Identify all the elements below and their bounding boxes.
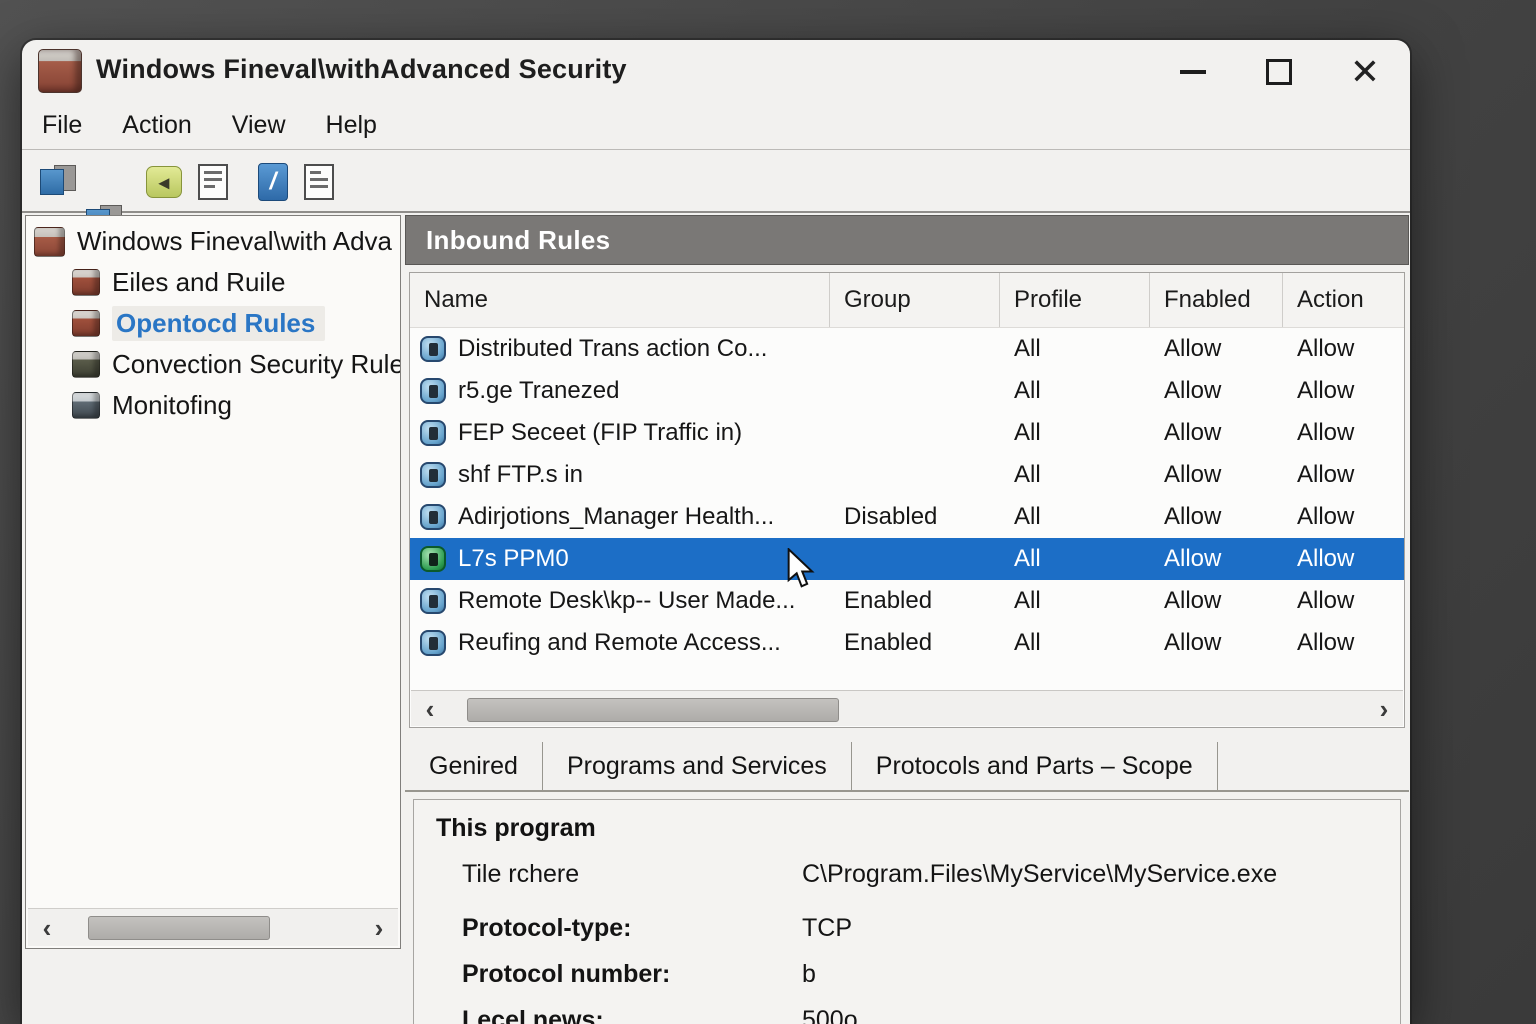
properties-doc-icon[interactable]	[300, 162, 340, 202]
list-title: Inbound Rules	[426, 224, 611, 255]
maximize-button[interactable]	[1260, 53, 1298, 91]
rule-shield-icon	[420, 378, 446, 404]
title-bar: Windows Fineval\withAdvanced Security ✕	[22, 40, 1410, 102]
scrollbar-thumb[interactable]	[467, 698, 839, 722]
details-value-local-port: 500o	[802, 1006, 858, 1024]
details-value-file-path: C\Program.Files\MyService\MyService.exe	[802, 860, 1278, 888]
details-label-protocol-type: Protocol-type:	[462, 914, 632, 942]
sidebar-horizontal-scrollbar[interactable]: ‹ ›	[28, 908, 398, 946]
tree-root-firewall[interactable]: Windows Fineval\with Adva	[26, 221, 400, 262]
rule-row[interactable]: shf FTP.s in All Allow Allow	[410, 454, 1404, 496]
menu-view[interactable]: View	[232, 111, 286, 140]
tree-item-monitoring[interactable]: Monitofing	[26, 385, 400, 426]
main-panel: Inbound Rules Name Group Profile Fnabled…	[405, 215, 1409, 1024]
list-horizontal-scrollbar[interactable]: ‹ ›	[411, 690, 1403, 726]
column-header-profile[interactable]: Profile	[1000, 273, 1150, 327]
scroll-right-icon[interactable]: ›	[1365, 696, 1403, 722]
scroll-right-icon[interactable]: ›	[360, 915, 398, 941]
list-header-row: Name Group Profile Fnabled Action	[410, 273, 1404, 328]
rule-row[interactable]: Reufing and Remote Access... Enabled All…	[410, 622, 1404, 664]
rules-list: Name Group Profile Fnabled Action Distri…	[409, 272, 1405, 728]
rule-row[interactable]: Remote Desk\kp-- User Made... Enabled Al…	[410, 580, 1404, 622]
tab-general[interactable]: Genired	[405, 742, 543, 790]
rule-row[interactable]: Distributed Trans action Co... All Allow…	[410, 328, 1404, 370]
column-header-group[interactable]: Group	[830, 273, 1000, 327]
security-cube-icon	[72, 351, 100, 378]
rule-shield-icon	[420, 504, 446, 530]
rule-row[interactable]: Adirjotions_Manager Health... Disabled A…	[410, 496, 1404, 538]
monitoring-cube-icon	[72, 392, 100, 419]
details-heading: This program	[436, 814, 596, 842]
window-title: Windows Fineval\withAdvanced Security	[96, 54, 627, 84]
scrollbar-thumb[interactable]	[88, 916, 270, 940]
help-book-icon[interactable]: /	[254, 162, 294, 202]
rule-shield-icon	[420, 462, 446, 488]
tree-item-connection-security-rules[interactable]: Convection Security Rule	[26, 344, 400, 385]
rules-brick-icon	[72, 310, 100, 337]
app-window: Windows Fineval\withAdvanced Security ✕ …	[22, 40, 1410, 1024]
rule-shield-icon	[420, 630, 446, 656]
details-label-local-port: Lecel news:	[462, 1006, 604, 1024]
details-label-file-path: Tile rchere	[462, 860, 580, 888]
rule-shield-icon	[420, 588, 446, 614]
details-pane: This program Tile rchere C\Program.Files…	[413, 799, 1401, 1024]
tab-programs-and-services[interactable]: Programs and Services	[543, 742, 852, 790]
rule-shield-icon	[420, 336, 446, 362]
column-header-action[interactable]: Action	[1283, 273, 1404, 327]
menu-action[interactable]: Action	[122, 111, 191, 140]
details-value-protocol-number: b	[802, 960, 816, 988]
tree-root-label: Windows Fineval\with Adva	[77, 226, 393, 256]
list-doc-icon[interactable]	[194, 162, 234, 202]
detail-tabs: Genired Programs and Services Protocols …	[405, 742, 1409, 792]
export-list-icon[interactable]: ◂	[146, 162, 186, 202]
rule-enabled-icon	[420, 546, 446, 572]
tree-item-outbound-rules[interactable]: Opentocd Rules	[26, 303, 400, 344]
minimize-button[interactable]	[1174, 53, 1212, 91]
mouse-cursor-icon	[787, 548, 815, 588]
column-header-enabled[interactable]: Fnabled	[1150, 273, 1283, 327]
tab-protocols-and-ports[interactable]: Protocols and Parts – Scope	[852, 742, 1218, 790]
details-value-protocol-type: TCP	[802, 914, 852, 942]
minimize-icon	[1180, 70, 1206, 74]
firewall-brick-icon	[34, 226, 65, 257]
menu-file[interactable]: File	[42, 111, 82, 140]
console-window-icon[interactable]	[38, 162, 78, 202]
rule-row[interactable]: r5.ge Tranezed All Allow Allow	[410, 370, 1404, 412]
toolbar: ◂ /	[22, 151, 1410, 235]
rule-row[interactable]: FEP Seceet (FIP Traffic in) All Allow Al…	[410, 412, 1404, 454]
maximize-icon	[1266, 59, 1292, 85]
menu-help[interactable]: Help	[326, 111, 377, 140]
scroll-left-icon[interactable]: ‹	[28, 915, 66, 941]
column-header-name[interactable]: Name	[410, 273, 830, 327]
rules-brick-icon	[72, 269, 100, 296]
rule-row-selected[interactable]: L7s PPM0 All Allow Allow	[410, 538, 1404, 580]
console-tree-panel: Windows Fineval\with Adva Eiles and Ruil…	[25, 215, 401, 949]
tree-item-files-and-rule[interactable]: Eiles and Ruile	[26, 262, 400, 303]
scroll-left-icon[interactable]: ‹	[411, 696, 449, 722]
list-title-band: Inbound Rules	[405, 215, 1409, 265]
menu-bar: File Action View Help	[22, 102, 1410, 150]
rule-shield-icon	[420, 420, 446, 446]
close-button[interactable]: ✕	[1346, 53, 1384, 91]
details-label-protocol-number: Protocol number:	[462, 960, 671, 988]
firewall-brick-icon	[38, 49, 82, 93]
